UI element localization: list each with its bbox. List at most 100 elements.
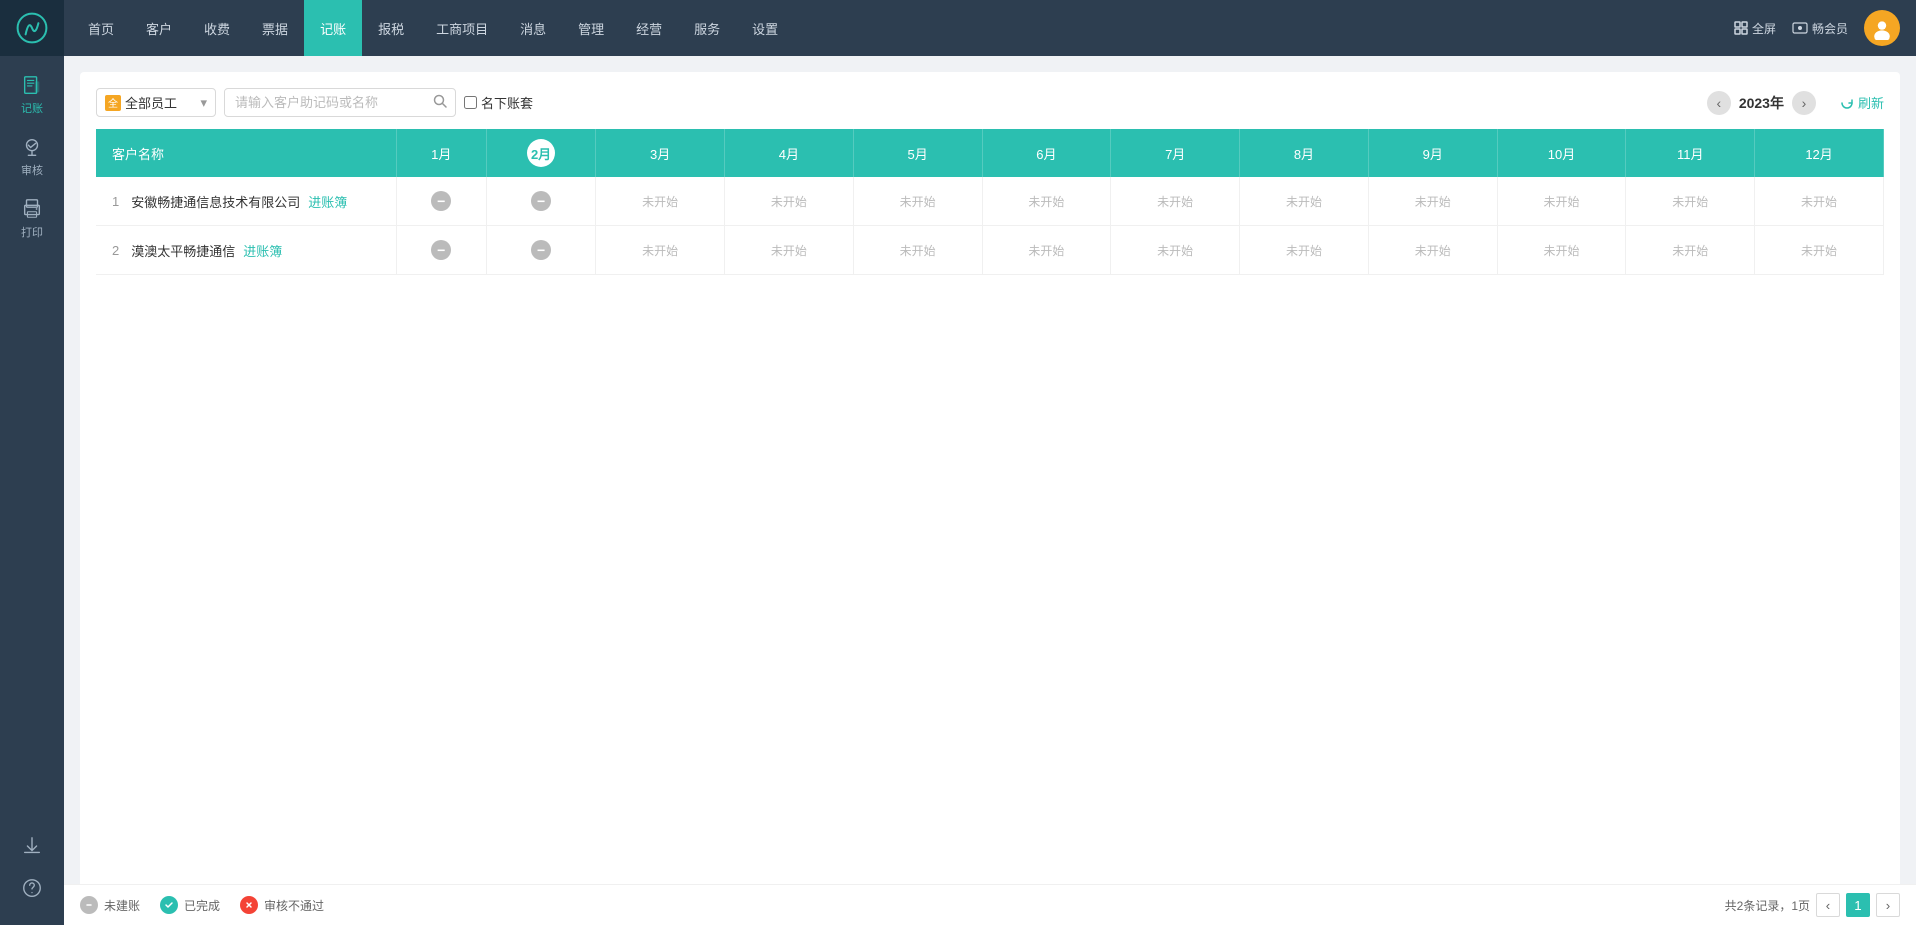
nav-item-收费[interactable]: 收费 [188, 0, 246, 56]
help-icon [21, 877, 43, 899]
month-status-cell: 未开始 [596, 226, 725, 275]
footer: 未建账 已完成 审核不通过 共2条记录，1页 ‹ 1 › [64, 884, 1916, 925]
legend-rejected-label: 审核不通过 [264, 897, 324, 914]
enter-ledger-link[interactable]: 进账簿 [308, 192, 347, 211]
status-not-started: 未开始 [1801, 195, 1837, 209]
nav-item-服务[interactable]: 服务 [678, 0, 736, 56]
col-header-name: 客户名称 [96, 129, 396, 177]
status-not-started: 未开始 [1672, 195, 1708, 209]
nav-item-管理[interactable]: 管理 [562, 0, 620, 56]
nav-item-首页[interactable]: 首页 [72, 0, 130, 56]
col-header-9: 9月 [1368, 129, 1497, 177]
status-not-started: 未开始 [1543, 244, 1579, 258]
month-status-cell: 未开始 [596, 177, 725, 226]
month-status-cell: 未开始 [1755, 177, 1884, 226]
nav-item-记账[interactable]: 记账 [304, 0, 362, 56]
page-1-button[interactable]: 1 [1846, 893, 1870, 917]
year-nav: ‹ 2023年 › [1707, 91, 1816, 115]
col-header-7: 7月 [1111, 129, 1240, 177]
col-header-6: 6月 [982, 129, 1111, 177]
nav-items: 首页客户收费票据记账报税工商项目消息管理经营服务设置 [64, 0, 1734, 56]
status-not-started: 未开始 [1157, 244, 1193, 258]
col-header-1: 1月 [396, 129, 486, 177]
status-not-started: 未开始 [900, 195, 936, 209]
next-page-button[interactable]: › [1876, 893, 1900, 917]
vip-button[interactable]: 畅会员 [1792, 20, 1848, 37]
vip-label: 畅会员 [1812, 20, 1848, 37]
employee-select[interactable]: 全 全部员工 ▾ [96, 88, 216, 117]
sidebar: 记账 审核 打印 [0, 56, 64, 925]
month-status-cell: 未开始 [1626, 226, 1755, 275]
month-status-cell: 未开始 [725, 226, 854, 275]
month-status-cell[interactable]: − [486, 226, 595, 275]
month-status-cell[interactable]: − [396, 177, 486, 226]
month-status-cell: 未开始 [725, 177, 854, 226]
sidebar-item-download[interactable] [0, 825, 64, 867]
month-status-cell: 未开始 [1755, 226, 1884, 275]
top-nav-right: 全屏 畅会员 [1734, 10, 1916, 46]
legend-red-dot [240, 896, 258, 914]
month-status-cell: 未开始 [1497, 226, 1626, 275]
nav-item-客户[interactable]: 客户 [130, 0, 188, 56]
sidebar-print-label: 打印 [21, 224, 43, 240]
my-accounts-checkbox[interactable] [464, 96, 477, 109]
nav-item-报税[interactable]: 报税 [362, 0, 420, 56]
month-status-cell: 未开始 [982, 177, 1111, 226]
year-display: 2023年 [1739, 93, 1784, 113]
status-not-started: 未开始 [1415, 195, 1451, 209]
table-row: 1 安徽畅捷通信息技术有限公司 进账簿 −−未开始未开始未开始未开始未开始未开始… [96, 177, 1884, 226]
nav-item-票据[interactable]: 票据 [246, 0, 304, 56]
month-status-cell: 未开始 [853, 177, 982, 226]
month-status-cell[interactable]: − [486, 177, 595, 226]
nav-item-消息[interactable]: 消息 [504, 0, 562, 56]
sidebar-item-print[interactable]: 打印 [0, 188, 64, 250]
sidebar-item-ledger[interactable]: 记账 [0, 64, 64, 126]
fullscreen-button[interactable]: 全屏 [1734, 20, 1776, 37]
sidebar-item-help[interactable] [0, 867, 64, 909]
next-year-button[interactable]: › [1792, 91, 1816, 115]
nav-item-设置[interactable]: 设置 [736, 0, 794, 56]
audit-icon [21, 136, 43, 158]
table-wrap: 客户名称1月2月3月4月5月6月7月8月9月10月11月12月 1 安徽畅捷通信… [96, 129, 1884, 275]
sidebar-ledger-label: 记账 [21, 100, 43, 116]
status-not-started: 未开始 [1415, 244, 1451, 258]
nav-item-经营[interactable]: 经营 [620, 0, 678, 56]
my-accounts-checkbox-label[interactable]: 名下账套 [464, 93, 533, 112]
month-status-cell: 未开始 [853, 226, 982, 275]
enter-ledger-link[interactable]: 进账簿 [243, 241, 282, 260]
legend-grey-dot [80, 896, 98, 914]
month-status-cell: 未开始 [982, 226, 1111, 275]
table-body: 1 安徽畅捷通信息技术有限公司 进账簿 −−未开始未开始未开始未开始未开始未开始… [96, 177, 1884, 275]
month-status-cell: 未开始 [1240, 226, 1369, 275]
current-month-circle: 2月 [527, 139, 555, 167]
ledger-icon [21, 74, 43, 96]
avatar[interactable] [1864, 10, 1900, 46]
col-header-10: 10月 [1497, 129, 1626, 177]
legend-completed: 已完成 [160, 896, 220, 914]
download-icon [21, 835, 43, 857]
print-icon [21, 198, 43, 220]
fullscreen-label: 全屏 [1752, 20, 1776, 37]
pagination: 共2条记录，1页 ‹ 1 › [1725, 893, 1900, 917]
search-input[interactable] [225, 90, 425, 115]
nav-item-工商项目[interactable]: 工商项目 [420, 0, 504, 56]
client-name: 漠澳太平畅捷通信 [131, 241, 235, 260]
client-name: 安徽畅捷通信息技术有限公司 [131, 192, 300, 211]
prev-year-button[interactable]: ‹ [1707, 91, 1731, 115]
status-not-started: 未开始 [1801, 244, 1837, 258]
refresh-button[interactable]: 刷新 [1840, 93, 1884, 112]
month-status-cell: 未开始 [1111, 177, 1240, 226]
status-dash-icon: − [531, 240, 551, 260]
row-num: 2 [112, 243, 119, 258]
col-header-11: 11月 [1626, 129, 1755, 177]
status-not-started: 未开始 [642, 195, 678, 209]
legend-teal-dot [160, 896, 178, 914]
month-status-cell: 未开始 [1368, 177, 1497, 226]
search-button[interactable] [425, 89, 455, 116]
my-accounts-label: 名下账套 [481, 93, 533, 112]
sidebar-item-audit[interactable]: 审核 [0, 126, 64, 188]
month-status-cell[interactable]: − [396, 226, 486, 275]
prev-page-button[interactable]: ‹ [1816, 893, 1840, 917]
status-dash-icon: − [431, 191, 451, 211]
search-icon [433, 94, 447, 108]
